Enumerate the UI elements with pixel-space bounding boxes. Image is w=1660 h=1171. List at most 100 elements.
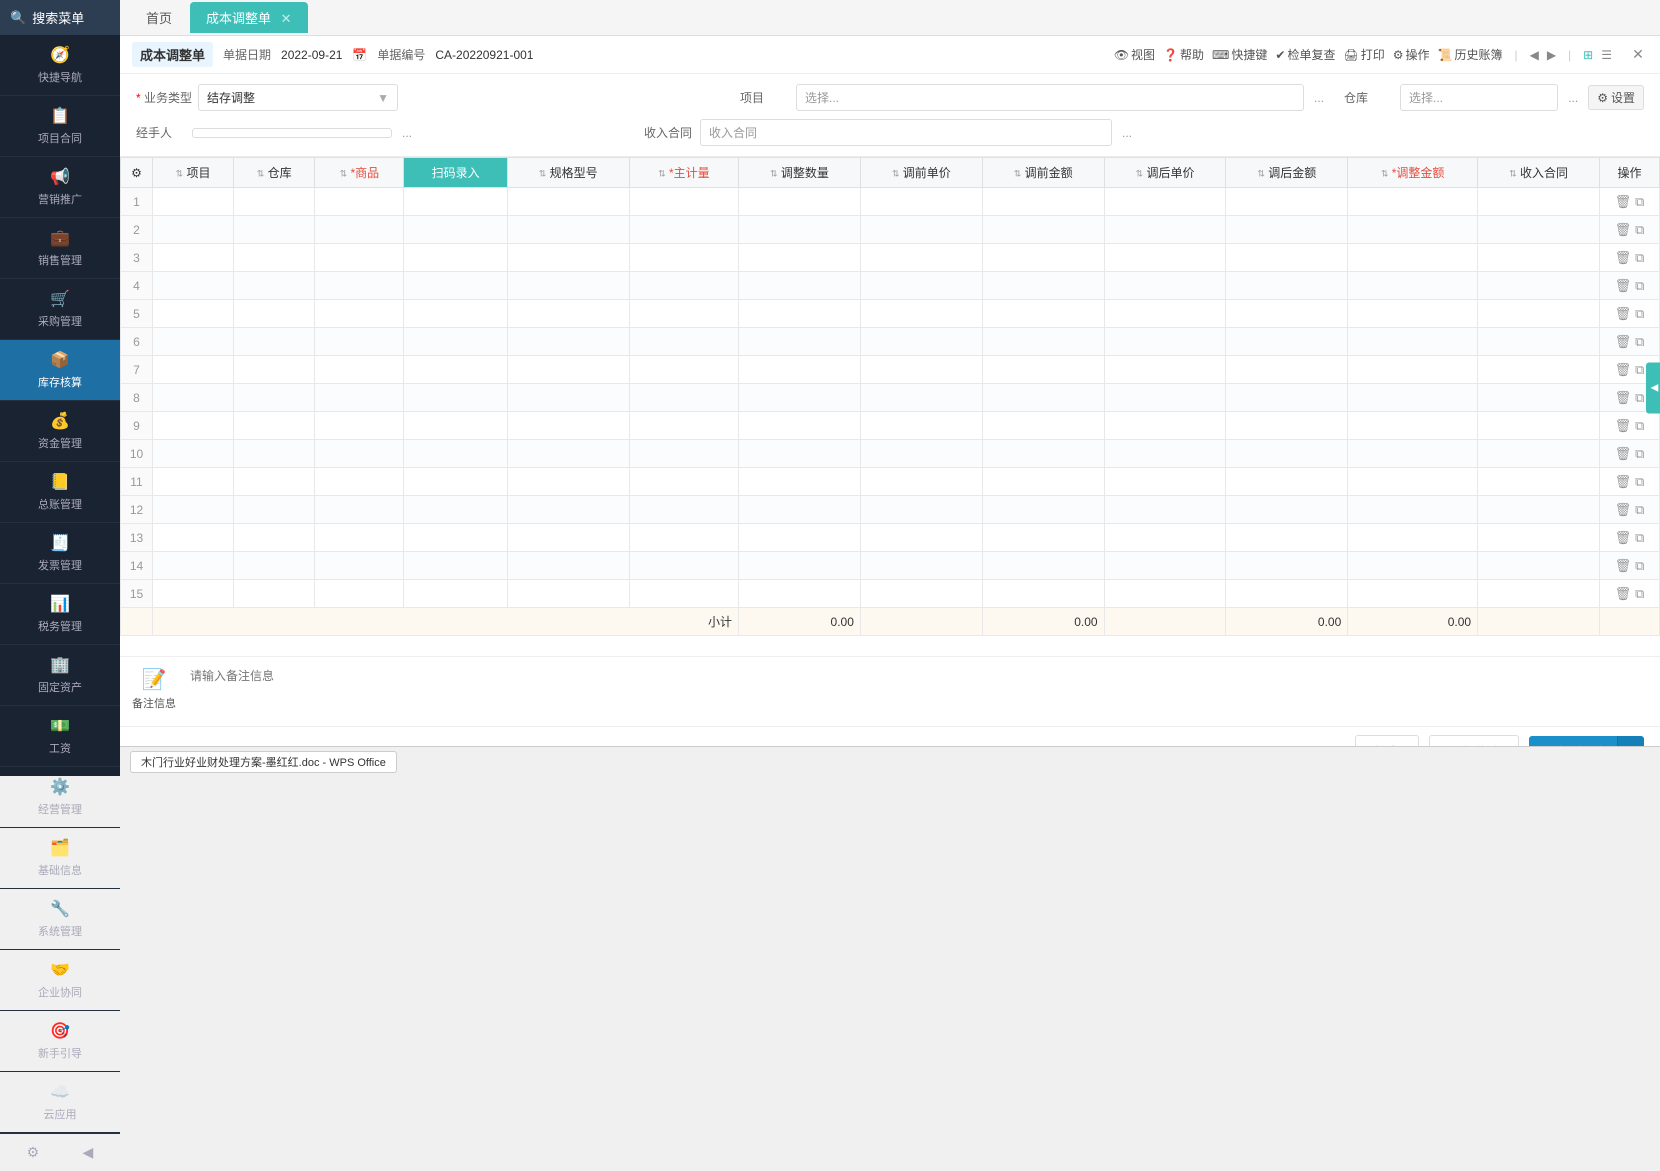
table-cell[interactable] [982, 412, 1104, 440]
tab-cost-adjustment[interactable]: 成本调整单 ✕ [190, 2, 308, 33]
table-cell[interactable] [982, 524, 1104, 552]
table-cell[interactable] [739, 468, 861, 496]
table-cell[interactable] [629, 468, 738, 496]
table-cell[interactable] [153, 328, 234, 356]
copy-row-icon[interactable]: ⧉ [1635, 530, 1644, 545]
table-cell[interactable] [1104, 440, 1226, 468]
warehouse-dots[interactable]: ... [1564, 91, 1582, 105]
sidebar-item-cloud-app[interactable]: ☁️ 云应用 [0, 1072, 120, 1133]
table-cell[interactable] [860, 496, 982, 524]
table-cell[interactable] [739, 244, 861, 272]
table-cell[interactable] [153, 216, 234, 244]
help-action[interactable]: ❓ 帮助 [1163, 46, 1204, 63]
sidebar-item-system[interactable]: 🔧 系统管理 [0, 889, 120, 950]
handler-select[interactable] [192, 128, 392, 138]
sidebar-item-inventory[interactable]: 📦 库存核算 [0, 340, 120, 401]
table-cell[interactable] [1348, 552, 1478, 580]
delete-row-icon[interactable]: 🗑 [1615, 530, 1632, 545]
sidebar-item-purchase[interactable]: 🛒 采购管理 [0, 279, 120, 340]
tab-home[interactable]: 首页 [130, 2, 188, 33]
table-cell[interactable] [982, 356, 1104, 384]
table-cell[interactable] [234, 440, 315, 468]
table-cell[interactable] [234, 300, 315, 328]
table-cell[interactable] [982, 300, 1104, 328]
table-cell[interactable] [404, 468, 507, 496]
table-cell[interactable] [629, 496, 738, 524]
history-action[interactable]: 📜 历史账簿 [1437, 46, 1502, 63]
table-cell[interactable] [1104, 496, 1226, 524]
table-cell[interactable] [153, 244, 234, 272]
table-cell[interactable] [404, 244, 507, 272]
table-cell[interactable] [1104, 384, 1226, 412]
table-cell[interactable] [404, 328, 507, 356]
table-cell[interactable] [315, 356, 404, 384]
table-cell[interactable] [629, 552, 738, 580]
table-cell[interactable] [404, 188, 507, 216]
table-cell[interactable] [1104, 272, 1226, 300]
copy-row-icon[interactable]: ⧉ [1635, 390, 1644, 405]
table-cell[interactable] [404, 384, 507, 412]
table-cell[interactable] [1226, 188, 1348, 216]
taskbar-item[interactable]: 木门行业好业财处理方案-墨红红.doc - WPS Office [130, 751, 397, 773]
table-cell[interactable] [1478, 552, 1600, 580]
settings-icon[interactable]: ⚙ [27, 1144, 40, 1161]
table-cell[interactable] [507, 580, 629, 608]
table-cell[interactable] [507, 496, 629, 524]
table-cell[interactable] [1348, 356, 1478, 384]
table-cell[interactable] [234, 524, 315, 552]
table-cell[interactable] [234, 384, 315, 412]
sidebar-item-payroll[interactable]: 💵 工资 [0, 706, 120, 767]
table-cell[interactable] [860, 244, 982, 272]
table-cell[interactable] [1478, 328, 1600, 356]
table-cell[interactable] [982, 468, 1104, 496]
table-cell[interactable] [629, 580, 738, 608]
table-cell[interactable] [507, 216, 629, 244]
table-cell[interactable] [1104, 188, 1226, 216]
table-cell[interactable] [629, 188, 738, 216]
table-cell[interactable] [507, 440, 629, 468]
delete-row-icon[interactable]: 🗑 [1615, 418, 1632, 433]
table-cell[interactable] [1348, 216, 1478, 244]
col-scan[interactable]: 扫码录入 [404, 158, 507, 188]
table-cell[interactable] [1226, 468, 1348, 496]
table-cell[interactable] [1478, 580, 1600, 608]
sidebar-item-ledger[interactable]: 📒 总账管理 [0, 462, 120, 523]
table-cell[interactable] [982, 244, 1104, 272]
table-cell[interactable] [507, 552, 629, 580]
table-cell[interactable] [860, 216, 982, 244]
table-cell[interactable] [315, 496, 404, 524]
table-cell[interactable] [860, 412, 982, 440]
table-cell[interactable] [234, 328, 315, 356]
table-cell[interactable] [860, 188, 982, 216]
table-cell[interactable] [507, 384, 629, 412]
table-cell[interactable] [507, 412, 629, 440]
table-cell[interactable] [315, 468, 404, 496]
table-cell[interactable] [153, 300, 234, 328]
view-action[interactable]: 👁 视图 [1114, 46, 1155, 63]
table-cell[interactable] [315, 244, 404, 272]
table-cell[interactable] [153, 524, 234, 552]
table-cell[interactable] [153, 188, 234, 216]
table-cell[interactable] [860, 272, 982, 300]
table-cell[interactable] [507, 468, 629, 496]
table-cell[interactable] [982, 384, 1104, 412]
col-settings[interactable]: ⚙ [121, 158, 153, 188]
table-cell[interactable] [153, 356, 234, 384]
delete-row-icon[interactable]: 🗑 [1615, 502, 1632, 517]
table-cell[interactable] [739, 412, 861, 440]
table-cell[interactable] [982, 216, 1104, 244]
copy-row-icon[interactable]: ⧉ [1635, 586, 1644, 601]
table-cell[interactable] [1478, 216, 1600, 244]
table-cell[interactable] [507, 188, 629, 216]
table-cell[interactable] [1104, 580, 1226, 608]
table-cell[interactable] [1226, 552, 1348, 580]
table-cell[interactable] [315, 272, 404, 300]
table-cell[interactable] [507, 328, 629, 356]
tab-close-icon[interactable]: ✕ [281, 11, 292, 26]
table-cell[interactable] [1104, 356, 1226, 384]
table-cell[interactable] [234, 216, 315, 244]
table-cell[interactable] [404, 440, 507, 468]
table-cell[interactable] [234, 552, 315, 580]
table-cell[interactable] [629, 244, 738, 272]
table-cell[interactable] [1104, 328, 1226, 356]
